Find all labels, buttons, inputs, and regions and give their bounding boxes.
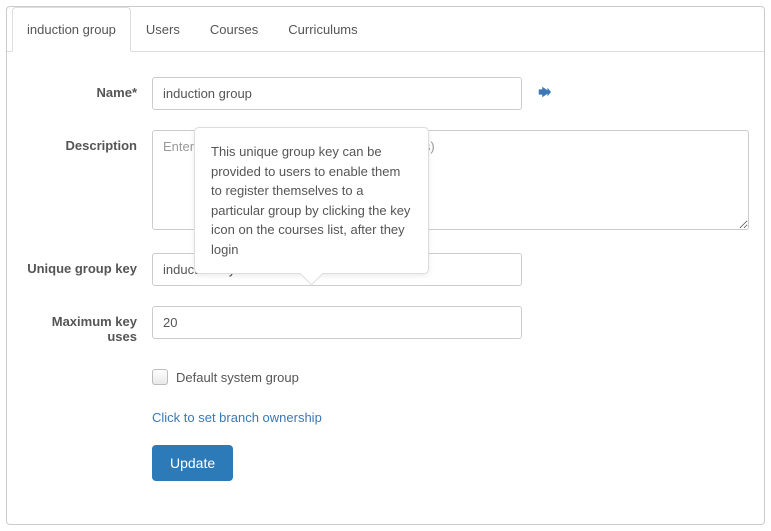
update-button[interactable]: Update	[152, 445, 233, 481]
group-edit-panel: induction group Users Courses Curriculum…	[6, 6, 765, 525]
max-uses-label: Maximum key uses	[22, 306, 152, 344]
redirect-icon[interactable]	[537, 85, 551, 102]
tab-bar: induction group Users Courses Curriculum…	[7, 7, 764, 52]
row-max-uses: Maximum key uses	[22, 306, 749, 344]
row-submit: Update	[22, 445, 749, 481]
row-branch-link: Click to set branch ownership	[22, 405, 749, 425]
group-key-label: Unique group key	[22, 253, 152, 276]
name-label: Name*	[22, 77, 152, 100]
row-name: Name*	[22, 77, 749, 110]
row-default-group: Default system group	[22, 364, 749, 385]
tab-induction-group[interactable]: induction group	[12, 7, 131, 52]
group-key-tooltip: This unique group key can be provided to…	[194, 127, 429, 274]
tab-curriculums[interactable]: Curriculums	[273, 7, 372, 52]
default-group-label: Default system group	[176, 370, 299, 385]
tooltip-text: This unique group key can be provided to…	[211, 144, 410, 257]
branch-ownership-link[interactable]: Click to set branch ownership	[152, 405, 322, 425]
tab-courses[interactable]: Courses	[195, 7, 273, 52]
max-uses-input[interactable]	[152, 306, 522, 339]
default-group-checkbox[interactable]	[152, 369, 168, 385]
description-label: Description	[22, 130, 152, 153]
name-input[interactable]	[152, 77, 522, 110]
tab-users[interactable]: Users	[131, 7, 195, 52]
